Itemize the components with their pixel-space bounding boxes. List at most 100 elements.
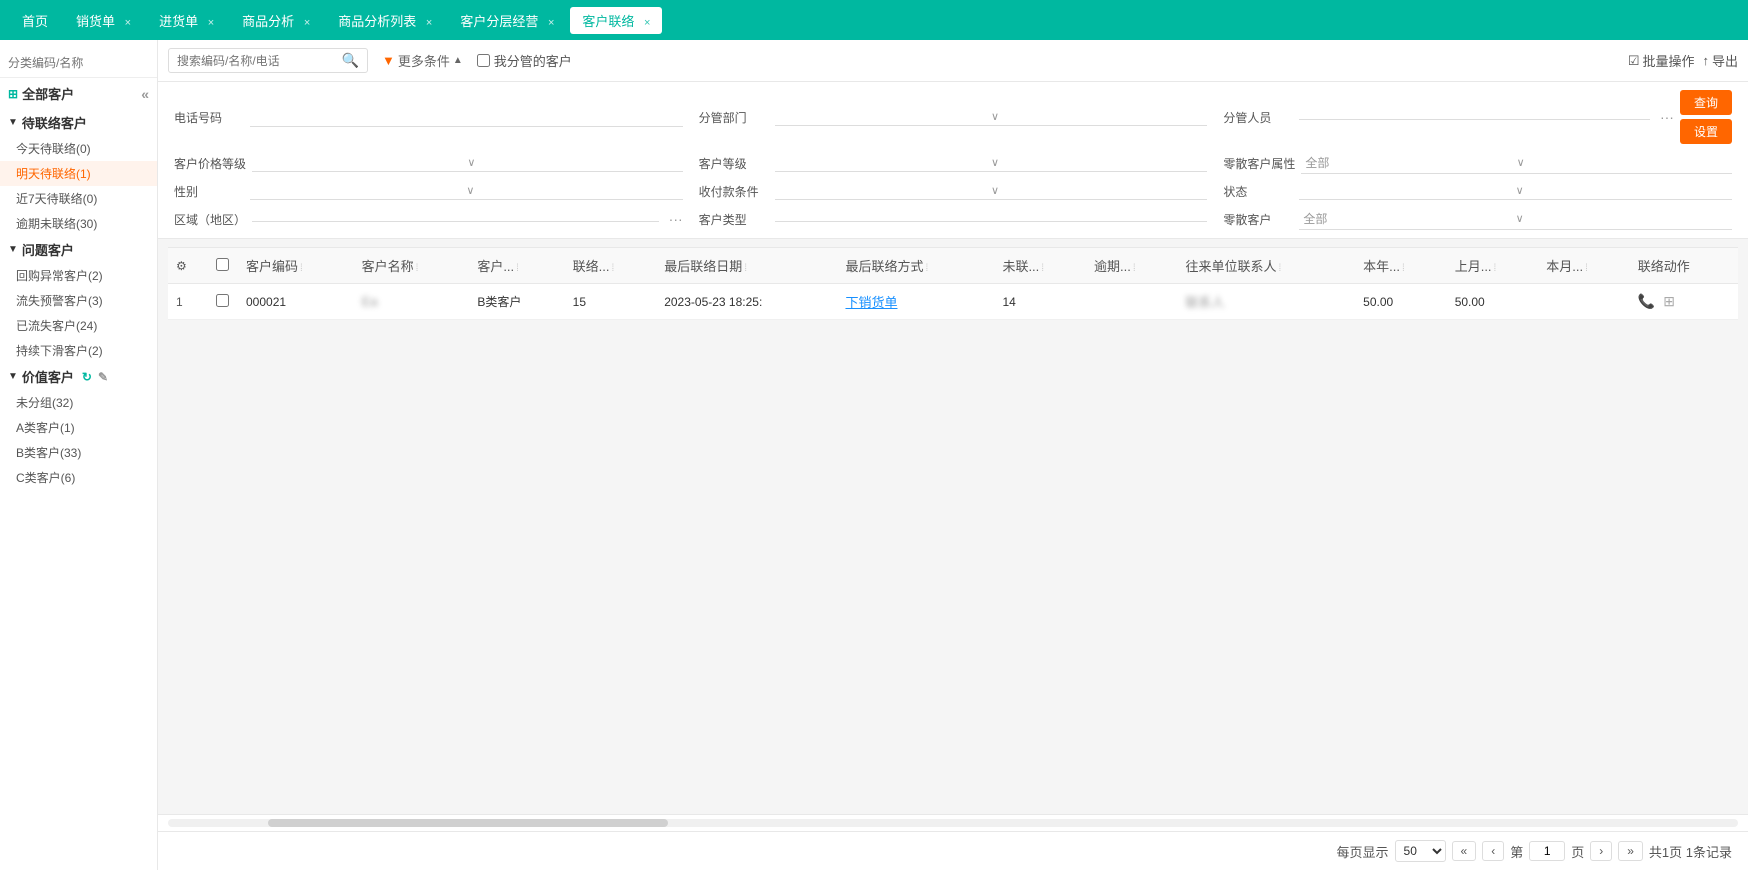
content-area: 🔍 ▼ 更多条件 ▲ 我分管的客户 ☑ 批量操作 ↑ 导出: [158, 40, 1748, 870]
filter-dept-select[interactable]: ∨: [775, 108, 1208, 126]
search-input[interactable]: [177, 54, 342, 68]
col-not-contact[interactable]: 未联...⁞: [994, 248, 1086, 284]
col-last-month[interactable]: 上月...⁞: [1447, 248, 1539, 284]
sidebar-item-overdue[interactable]: 逾期未联络(30): [0, 211, 157, 236]
nav-goods-list-close[interactable]: ×: [426, 17, 432, 29]
sort-year: ⁞: [1402, 263, 1405, 274]
page-input[interactable]: [1529, 841, 1565, 861]
all-customers-title[interactable]: ⊞ 全部客户 «: [0, 78, 157, 109]
select-all-checkbox[interactable]: [216, 258, 229, 271]
sidebar-group-pending[interactable]: ▼ 待联络客户: [0, 109, 157, 136]
table-wrapper: ⚙ 客户编码⁞ 客户名称⁞ 客户...⁞ 联络...⁞ 最后联络日期⁞ 最后联络…: [158, 239, 1748, 814]
sidebar-item-class-c[interactable]: C类客户(6): [0, 465, 157, 490]
edit-icon[interactable]: ✎: [98, 370, 108, 384]
col-gear[interactable]: ⚙: [168, 248, 208, 284]
phone-action-icon[interactable]: 📞: [1638, 293, 1655, 310]
row-overdue: [1086, 284, 1178, 320]
grid-action-icon[interactable]: ⊞: [1663, 293, 1675, 310]
nav-goods-analysis-list[interactable]: 商品分析列表 ×: [326, 7, 444, 34]
last-page-btn[interactable]: »: [1618, 841, 1643, 861]
my-customers-checkbox-label[interactable]: 我分管的客户: [477, 51, 572, 70]
toolbar-search-icon[interactable]: 🔍: [342, 52, 359, 69]
sidebar-search-input[interactable]: [8, 56, 158, 70]
col-contact-count[interactable]: 联络...⁞: [565, 248, 657, 284]
nav-home[interactable]: 首页: [10, 7, 60, 34]
sidebar-group-value[interactable]: ▼ 价值客户 ↻ ✎: [0, 363, 157, 390]
nav-customer-contact[interactable]: 客户联络 ×: [570, 7, 662, 34]
filter-price-select[interactable]: ∨: [252, 154, 683, 172]
filter-price-level: 客户价格等级 ∨: [174, 152, 683, 174]
col-name[interactable]: 客户名称⁞: [354, 248, 470, 284]
col-action: 联络动作: [1630, 248, 1738, 284]
filter-customer-type-select[interactable]: [775, 217, 1208, 222]
scroll-thumb[interactable]: [268, 819, 668, 827]
more-conditions-btn[interactable]: ▼ 更多条件 ▲: [376, 48, 469, 73]
col-overdue[interactable]: 逾期...⁞: [1086, 248, 1178, 284]
sort-person: ⁞: [1279, 263, 1282, 274]
nav-goods-analysis[interactable]: 商品分析 ×: [230, 7, 322, 34]
manager-dots-btn[interactable]: ···: [1660, 109, 1674, 125]
filter-retail-attr: 零散客户属性 全部 ∨: [1223, 152, 1732, 174]
next-page-btn[interactable]: ›: [1590, 841, 1612, 861]
filter-region-label: 区域（地区）: [174, 211, 246, 228]
nav-sales-close[interactable]: ×: [125, 17, 131, 29]
col-this-year[interactable]: 本年...⁞: [1355, 248, 1447, 284]
sidebar-item-week[interactable]: 近7天待联络(0): [0, 186, 157, 211]
nav-customer-tier[interactable]: 客户分层经营 ×: [448, 7, 566, 34]
export-btn[interactable]: ↑ 导出: [1702, 51, 1738, 70]
col-customer-type[interactable]: 客户...⁞: [469, 248, 564, 284]
sidebar-item-tomorrow[interactable]: 明天待联络(1): [0, 161, 157, 186]
per-page-select[interactable]: 50 100 200: [1395, 840, 1446, 862]
sidebar-item-today[interactable]: 今天待联络(0): [0, 136, 157, 161]
my-customers-checkbox[interactable]: [477, 54, 490, 67]
sidebar-item-churned[interactable]: 已流失客户(24): [0, 313, 157, 338]
filter-retail-attr-select[interactable]: 全部 ∨: [1301, 152, 1732, 174]
filter-retail-customer-select[interactable]: 全部 ∨: [1299, 208, 1732, 230]
col-contact-person[interactable]: 往来单位联系人⁞: [1178, 248, 1356, 284]
sidebar-item-churn-warning[interactable]: 流失预警客户(3): [0, 288, 157, 313]
region-dots-btn[interactable]: ···: [669, 211, 683, 227]
sidebar-collapse-btn[interactable]: «: [141, 86, 149, 102]
chevron-icon: ▲: [453, 55, 463, 66]
filter-region-select[interactable]: [252, 217, 659, 222]
nav-purchase[interactable]: 进货单 ×: [147, 7, 226, 34]
filter-payment-select[interactable]: ∨: [775, 182, 1208, 200]
sidebar-item-declining[interactable]: 持续下滑客户(2): [0, 338, 157, 363]
filter-manager-select[interactable]: [1299, 115, 1650, 120]
filter-gender-select[interactable]: ∨: [250, 182, 683, 200]
nav-goods-analysis-close[interactable]: ×: [304, 17, 310, 29]
batch-operations-btn[interactable]: ☑ 批量操作: [1628, 51, 1695, 70]
retail-attr-chevron: ∨: [1517, 156, 1728, 169]
table-row: 1 000021 Ea B类客户 15 2023-05-23 18:25: 下销…: [168, 284, 1738, 320]
status-chevron: ∨: [1516, 184, 1728, 197]
nav-sales[interactable]: 销货单 ×: [64, 7, 143, 34]
row-last-method[interactable]: 下销货单: [837, 284, 994, 320]
row-checkbox[interactable]: [216, 294, 229, 307]
filter-actions: 查询 设置: [1680, 90, 1732, 144]
row-name[interactable]: Ea: [354, 284, 470, 320]
data-table: ⚙ 客户编码⁞ 客户名称⁞ 客户...⁞ 联络...⁞ 最后联络日期⁞ 最后联络…: [168, 247, 1738, 320]
col-check[interactable]: [208, 248, 238, 284]
sidebar-item-class-a[interactable]: A类客户(1): [0, 415, 157, 440]
sidebar-group-problem[interactable]: ▼ 问题客户: [0, 236, 157, 263]
col-this-month[interactable]: 本月...⁞: [1538, 248, 1630, 284]
nav-contact-close[interactable]: ×: [644, 17, 650, 29]
col-last-date[interactable]: 最后联络日期⁞: [656, 248, 837, 284]
refresh-icon[interactable]: ↻: [82, 370, 92, 384]
nav-tier-close[interactable]: ×: [548, 17, 554, 29]
prev-page-btn[interactable]: ‹: [1482, 841, 1504, 861]
sidebar-item-repurchase[interactable]: 回购异常客户(2): [0, 263, 157, 288]
filter-icon: ▼: [382, 53, 395, 68]
col-code[interactable]: 客户编码⁞: [238, 248, 354, 284]
nav-purchase-close[interactable]: ×: [208, 17, 214, 29]
sidebar-item-ungrouped[interactable]: 未分组(32): [0, 390, 157, 415]
sidebar-item-class-b[interactable]: B类客户(33): [0, 440, 157, 465]
filter-status-select[interactable]: ∨: [1299, 182, 1732, 200]
col-last-method[interactable]: 最后联络方式⁞: [837, 248, 994, 284]
reset-button[interactable]: 设置: [1680, 119, 1732, 144]
row-check[interactable]: [208, 284, 238, 320]
query-button[interactable]: 查询: [1680, 90, 1732, 115]
filter-phone-input[interactable]: [250, 108, 683, 127]
first-page-btn[interactable]: «: [1452, 841, 1477, 861]
filter-level-select[interactable]: ∨: [775, 154, 1208, 172]
